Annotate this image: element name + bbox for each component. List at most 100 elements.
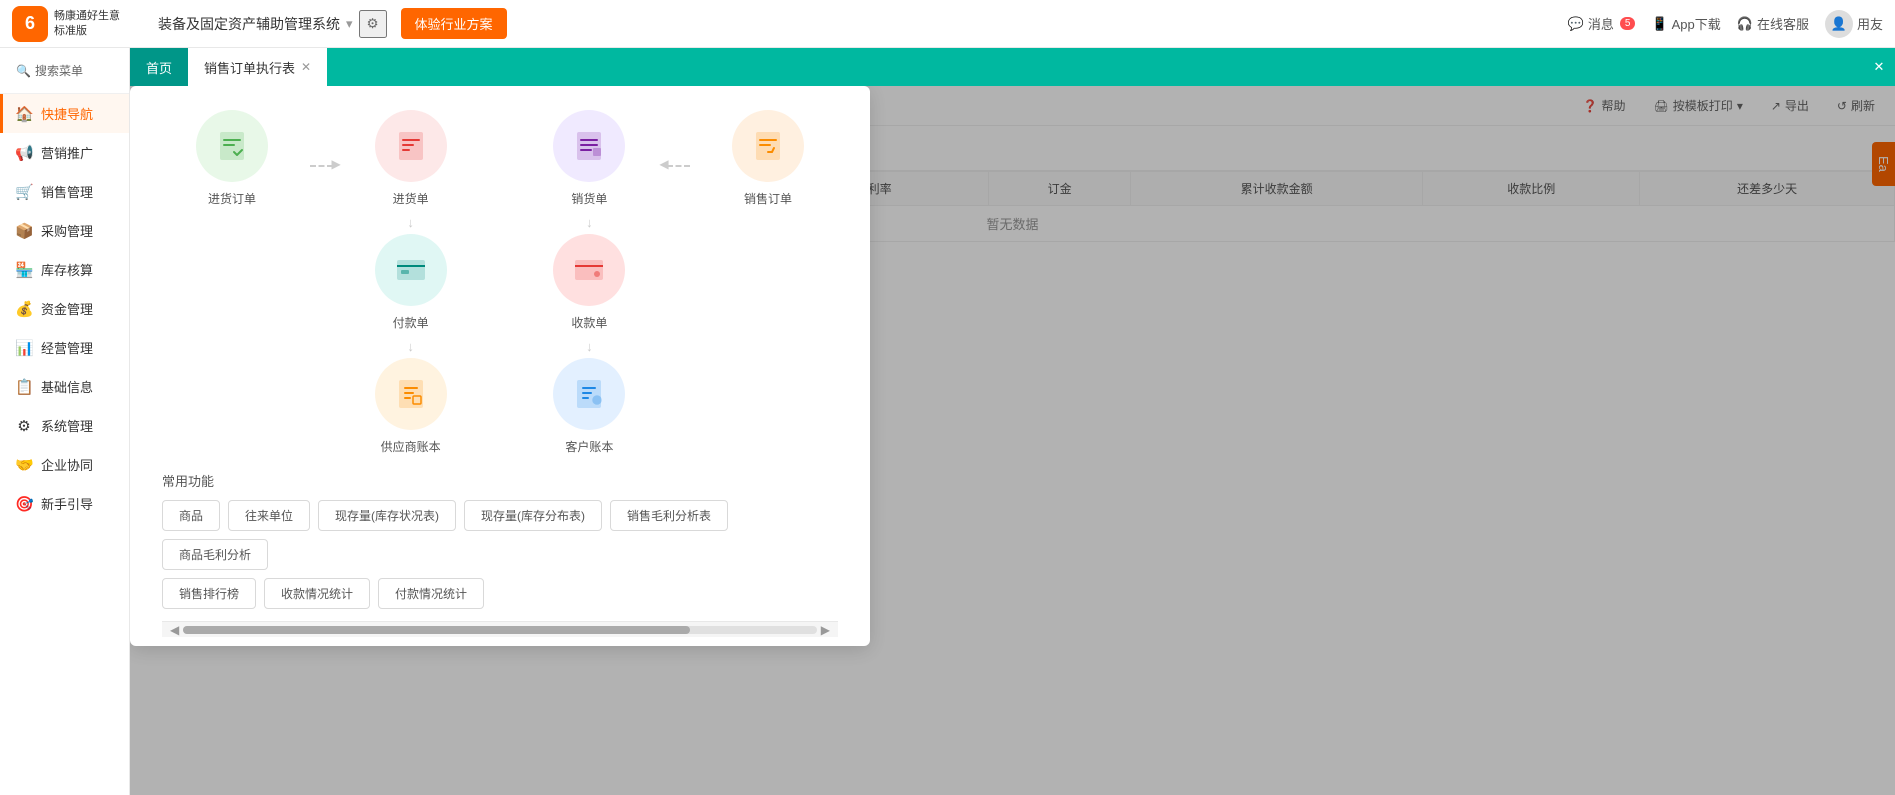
trial-button[interactable]: 体验行业方案 — [401, 8, 507, 39]
modal-dialog: 进货订单 — [130, 86, 870, 646]
sidebar-item-zijin[interactable]: 💰 资金管理 — [0, 289, 129, 328]
online-service-item[interactable]: 🎧 在线客服 — [1737, 14, 1809, 33]
common-funcs: 常用功能 商品 往来单位 现存量(库存状况表) 现存量(库存分布表) 销售毛利分… — [162, 471, 838, 609]
sidebar-item-kucun[interactable]: 🏪 库存核算 — [0, 250, 129, 289]
flow-label-xiaohuodan: 销货单 — [571, 190, 607, 207]
content-area: 首页 销售订单执行表 ✕ ✕ ❓ 帮助 🖨 — [130, 48, 1895, 795]
flow-row-2: 付款单 收款单 — [162, 234, 838, 331]
flow-label-jinhuodingdan: 进货订单 — [208, 190, 256, 207]
sidebar-search: 🔍 搜索菜单 — [0, 48, 129, 94]
inventory-icon: 🏪 — [15, 261, 33, 279]
arrow-row-v: ↓ ↓ — [162, 215, 838, 230]
func-buttons: 商品 往来单位 现存量(库存状况表) 现存量(库存分布表) 销售毛利分析表 商品… — [162, 500, 838, 570]
modal-content: 进货订单 — [130, 86, 870, 646]
func-btn-shangpinmaoli[interactable]: 商品毛利分析 — [162, 539, 268, 570]
download-icon: 📱 — [1651, 16, 1667, 32]
scroll-right-icon[interactable]: ▶ — [817, 623, 834, 637]
common-funcs-title: 常用功能 — [162, 471, 838, 490]
flow-circle-xiaohuodan — [553, 110, 625, 182]
flow-label-kehu: 客户账本 — [565, 438, 613, 455]
scroll-left-icon[interactable]: ◀ — [166, 623, 183, 637]
collab-icon: 🤝 — [15, 456, 33, 474]
tab-close-window-icon[interactable]: ✕ — [1863, 48, 1895, 86]
flow-circle-fukuandan — [375, 234, 447, 306]
sidebar-item-yingxiao[interactable]: 📢 营销推广 — [0, 133, 129, 172]
arrow-row-v2: ↓ ↓ — [162, 339, 838, 354]
tab-close-icon[interactable]: ✕ — [301, 60, 311, 74]
func-btn-xiancunliang2[interactable]: 现存量(库存分布表) — [464, 500, 602, 531]
func-btn-xiancunliang1[interactable]: 现存量(库存状况表) — [318, 500, 456, 531]
flow-circle-gongyingshang — [375, 358, 447, 430]
func-btn-shangpin[interactable]: 商品 — [162, 500, 220, 531]
func-btn-maoli[interactable]: 销售毛利分析表 — [610, 500, 728, 531]
scroll-bar-area: ◀ ▶ — [162, 621, 838, 637]
flow-row-3: 供应商账本 客户账本 — [162, 358, 838, 455]
func-btn-paihang[interactable]: 销售排行榜 — [162, 578, 256, 609]
home-icon: 🏠 — [15, 105, 33, 123]
sidebar-item-caigou[interactable]: 📦 采购管理 — [0, 211, 129, 250]
headset-icon: 🎧 — [1737, 16, 1753, 32]
flow-item-gongyingshang[interactable]: 供应商账本 — [341, 358, 481, 455]
arrow-1 — [302, 165, 341, 207]
logo-area: 6 畅康通好生意 标准版 — [12, 6, 142, 42]
sidebar-item-xiaoshou[interactable]: 🛒 销售管理 — [0, 172, 129, 211]
settings-button[interactable]: ⚙ — [359, 10, 387, 38]
func-buttons-2: 销售排行榜 收款情况统计 付款情况统计 — [162, 578, 838, 609]
tab-sales-order[interactable]: 销售订单执行表 ✕ — [188, 48, 327, 86]
title-dropdown-icon[interactable]: ▾ — [346, 16, 353, 32]
flow-label-fukuandan: 付款单 — [393, 314, 429, 331]
content-wrapper: ❓ 帮助 🖨 按模板打印 ▾ ↗ 导出 ↺ 刷新 — [130, 86, 1895, 795]
flow-item-jinhuodingdan[interactable]: 进货订单 — [162, 110, 302, 207]
user-item[interactable]: 👤 用友 — [1825, 10, 1883, 38]
sidebar: 🔍 搜索菜单 🏠 快捷导航 📢 营销推广 🛒 销售管理 📦 采购管理 — [0, 48, 130, 795]
message-item[interactable]: 💬 消息 5 — [1568, 14, 1636, 33]
flow-circle-shoukuandan — [553, 234, 625, 306]
sidebar-item-jichu[interactable]: 📋 基础信息 — [0, 367, 129, 406]
sidebar-item-qiye[interactable]: 🤝 企业协同 — [0, 445, 129, 484]
flow-circle-kehu — [553, 358, 625, 430]
flow-item-xiaohuodan[interactable]: 销货单 — [519, 110, 659, 207]
main-area: 🔍 搜索菜单 🏠 快捷导航 📢 营销推广 🛒 销售管理 📦 采购管理 — [0, 48, 1895, 795]
flow-label-xiaoshoudingdan: 销售订单 — [744, 190, 792, 207]
purchase-icon: 📦 — [15, 222, 33, 240]
system-icon: ⚙ — [15, 417, 33, 435]
func-btn-fukuan[interactable]: 付款情况统计 — [378, 578, 484, 609]
flow-item-kehu[interactable]: 客户账本 — [519, 358, 659, 455]
system-title-text: 装备及固定资产辅助管理系统 — [158, 14, 340, 34]
message-badge: 5 — [1620, 17, 1636, 30]
system-title: 装备及固定资产辅助管理系统 ▾ ⚙ 体验行业方案 — [142, 8, 1568, 39]
top-bar: 6 畅康通好生意 标准版 装备及固定资产辅助管理系统 ▾ ⚙ 体验行业方案 💬 … — [0, 0, 1895, 48]
flow-label-gongyingshang: 供应商账本 — [381, 438, 441, 455]
flow-item-xiaoshoudingdan[interactable]: 销售订单 — [698, 110, 838, 207]
flow-circle-jinhuodan — [375, 110, 447, 182]
sidebar-item-jingying[interactable]: 📊 经营管理 — [0, 328, 129, 367]
management-icon: 📊 — [15, 339, 33, 357]
flow-item-fukuandan[interactable]: 付款单 — [341, 234, 481, 331]
arrow-2 — [659, 165, 698, 207]
search-icon: 🔍 — [16, 64, 31, 78]
flow-item-jinhuodan[interactable]: 进货单 — [341, 110, 481, 207]
func-btn-wanglai[interactable]: 往来单位 — [228, 500, 310, 531]
top-bar-right: 💬 消息 5 📱 App下载 🎧 在线客服 👤 用友 — [1568, 10, 1883, 38]
guide-icon: 🎯 — [15, 495, 33, 513]
message-icon: 💬 — [1568, 16, 1584, 32]
scroll-track[interactable] — [183, 626, 817, 634]
app-logo-icon: 6 — [12, 6, 48, 42]
flow-item-shoukuandan[interactable]: 收款单 — [519, 234, 659, 331]
marketing-icon: 📢 — [15, 144, 33, 162]
sidebar-item-xinshou[interactable]: 🎯 新手引导 — [0, 484, 129, 523]
tab-home[interactable]: 首页 — [130, 48, 188, 86]
app-download-item[interactable]: 📱 App下载 — [1651, 14, 1720, 33]
search-menu-button[interactable]: 🔍 搜索菜单 — [8, 56, 121, 85]
sidebar-item-kuaijie[interactable]: 🏠 快捷导航 — [0, 94, 129, 133]
logo-text: 畅康通好生意 标准版 — [54, 9, 120, 38]
modal-overlay: 进货订单 — [130, 86, 1895, 795]
sales-icon: 🛒 — [15, 183, 33, 201]
sidebar-item-xitong[interactable]: ⚙ 系统管理 — [0, 406, 129, 445]
func-btn-shoukuan[interactable]: 收款情况统计 — [264, 578, 370, 609]
flow-circle-jinhuodingdan — [196, 110, 268, 182]
flow-row-1: 进货订单 — [162, 110, 838, 207]
app-container: 6 畅康通好生意 标准版 装备及固定资产辅助管理系统 ▾ ⚙ 体验行业方案 💬 … — [0, 0, 1895, 795]
flow-circle-xiaoshoudingdan — [732, 110, 804, 182]
tab-bar: 首页 销售订单执行表 ✕ ✕ — [130, 48, 1895, 86]
